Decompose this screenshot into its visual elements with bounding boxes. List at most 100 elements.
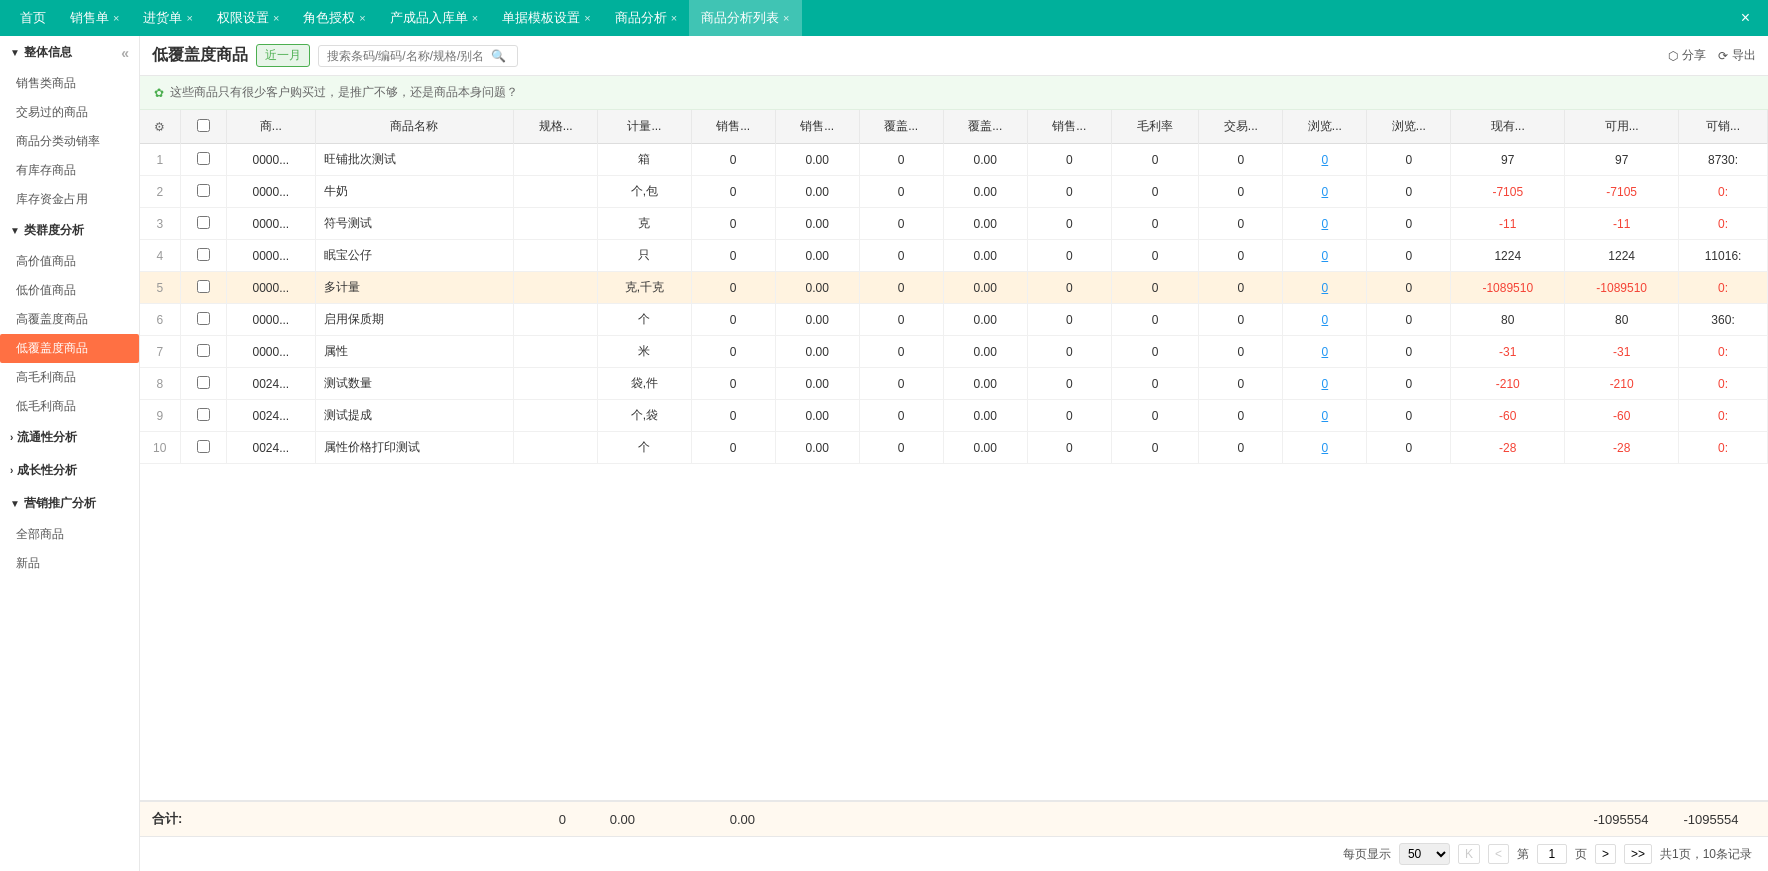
sidebar-item-in-stock[interactable]: 有库存商品	[0, 156, 139, 185]
sidebar-section-growth[interactable]: › 成长性分析	[0, 454, 139, 487]
nav-close-sales[interactable]: ×	[113, 12, 119, 24]
sidebar-item-traded-goods[interactable]: 交易过的商品	[0, 98, 139, 127]
row-checkbox[interactable]	[180, 400, 226, 432]
row-sales3: 0	[1027, 304, 1111, 336]
export-icon: ⟳	[1718, 49, 1728, 63]
share-btn[interactable]: ⬡ 分享	[1668, 47, 1706, 64]
row-browse1[interactable]: 0	[1283, 368, 1367, 400]
row-sellable: 8730:	[1679, 144, 1768, 176]
nav-close-analysis-list[interactable]: ×	[783, 12, 789, 24]
sidebar-section-marketing[interactable]: ▼ 营销推广分析	[0, 487, 139, 520]
row-browse1[interactable]: 0	[1283, 432, 1367, 464]
row-checkbox[interactable]	[180, 336, 226, 368]
close-all-btn[interactable]: ×	[1731, 9, 1760, 27]
sidebar-item-high-value[interactable]: 高价值商品	[0, 247, 139, 276]
nav-close-purchase[interactable]: ×	[186, 12, 192, 24]
sidebar-item-high-margin[interactable]: 高毛利商品	[0, 363, 139, 392]
sidebar-item-low-coverage[interactable]: 低覆盖度商品	[0, 334, 139, 363]
row-current: 1224	[1451, 240, 1565, 272]
sidebar-section-overall[interactable]: ▼ 整体信息 «	[0, 36, 139, 69]
row-name: 牛奶	[315, 176, 513, 208]
row-current: 80	[1451, 304, 1565, 336]
nav-close-analysis[interactable]: ×	[671, 12, 677, 24]
sidebar-item-new-goods[interactable]: 新品	[0, 549, 139, 578]
row-checkbox[interactable]	[180, 304, 226, 336]
row-cover2: 0.00	[943, 176, 1027, 208]
nav-analysis[interactable]: 商品分析 ×	[603, 0, 689, 36]
sidebar-item-low-value[interactable]: 低价值商品	[0, 276, 139, 305]
main-container: ▼ 整体信息 « 销售类商品 交易过的商品 商品分类动销率 有库存商品 库存资金…	[0, 36, 1768, 871]
nav-permission[interactable]: 权限设置 ×	[205, 0, 291, 36]
nav-close-product-warehouse[interactable]: ×	[472, 12, 478, 24]
row-browse1[interactable]: 0	[1283, 208, 1367, 240]
sidebar-item-category-turnover[interactable]: 商品分类动销率	[0, 127, 139, 156]
sidebar-item-inventory-capital[interactable]: 库存资金占用	[0, 185, 139, 214]
row-trade: 0	[1199, 144, 1283, 176]
page-number-input[interactable]	[1537, 844, 1567, 864]
sidebar-item-sales-goods[interactable]: 销售类商品	[0, 69, 139, 98]
sidebar-item-low-margin[interactable]: 低毛利商品	[0, 392, 139, 421]
settings-icon[interactable]: ⚙	[154, 120, 165, 134]
export-btn[interactable]: ⟳ 导出	[1718, 47, 1756, 64]
nav-analysis-list[interactable]: 商品分析列表 ×	[689, 0, 801, 36]
row-cover2: 0.00	[943, 272, 1027, 304]
row-checkbox[interactable]	[180, 432, 226, 464]
nav-purchase[interactable]: 进货单 ×	[131, 0, 204, 36]
row-checkbox[interactable]	[180, 144, 226, 176]
row-margin: 0	[1111, 336, 1199, 368]
row-browse1[interactable]: 0	[1283, 400, 1367, 432]
table-row: 9 0024... 测试提成 个,袋 0 0.00 0 0.00 0 0 0 0…	[140, 400, 1768, 432]
row-cover2: 0.00	[943, 336, 1027, 368]
last-page-btn[interactable]: >>	[1624, 844, 1652, 864]
nav-template[interactable]: 单据模板设置 ×	[490, 0, 602, 36]
row-browse1[interactable]: 0	[1283, 240, 1367, 272]
row-checkbox[interactable]	[180, 368, 226, 400]
row-cover1: 0	[859, 432, 943, 464]
sidebar-item-high-coverage[interactable]: 高覆盖度商品	[0, 305, 139, 334]
row-browse1[interactable]: 0	[1283, 176, 1367, 208]
row-browse1[interactable]: 0	[1283, 304, 1367, 336]
first-page-btn[interactable]: K	[1458, 844, 1480, 864]
search-input[interactable]	[327, 49, 487, 63]
row-name: 旺铺批次测试	[315, 144, 513, 176]
sidebar-item-all-goods[interactable]: 全部商品	[0, 520, 139, 549]
row-checkbox[interactable]	[180, 240, 226, 272]
total-sales1: 0	[532, 812, 592, 827]
row-browse1[interactable]: 0	[1283, 272, 1367, 304]
row-sales3: 0	[1027, 272, 1111, 304]
nav-role[interactable]: 角色授权 ×	[291, 0, 377, 36]
row-browse1[interactable]: 0	[1283, 144, 1367, 176]
row-checkbox[interactable]	[180, 208, 226, 240]
row-trade: 0	[1199, 176, 1283, 208]
sidebar-collapse-btn[interactable]: «	[121, 45, 129, 61]
next-page-btn[interactable]: >	[1595, 844, 1616, 864]
prev-page-btn[interactable]: <	[1488, 844, 1509, 864]
sidebar-section-cluster[interactable]: ▼ 类群度分析	[0, 214, 139, 247]
row-cover1: 0	[859, 240, 943, 272]
row-browse1[interactable]: 0	[1283, 336, 1367, 368]
nav-close-role[interactable]: ×	[359, 12, 365, 24]
date-filter-btn[interactable]: 近一月	[256, 44, 310, 67]
row-checkbox[interactable]	[180, 176, 226, 208]
row-sales2: 0.00	[775, 400, 859, 432]
col-available: 可用...	[1565, 110, 1679, 144]
nav-close-permission[interactable]: ×	[273, 12, 279, 24]
row-cover2: 0.00	[943, 304, 1027, 336]
row-sales3: 0	[1027, 176, 1111, 208]
info-banner: ✿ 这些商品只有很少客户购买过，是推广不够，还是商品本身问题？	[140, 76, 1768, 110]
row-current: -60	[1451, 400, 1565, 432]
page-size-select[interactable]: 50 100 200	[1399, 843, 1450, 865]
nav-product-warehouse[interactable]: 产成品入库单 ×	[378, 0, 490, 36]
header-actions: ⬡ 分享 ⟳ 导出	[1668, 47, 1756, 64]
row-checkbox[interactable]	[180, 272, 226, 304]
row-current: -11	[1451, 208, 1565, 240]
sidebar-section-liquidity[interactable]: › 流通性分析	[0, 421, 139, 454]
col-settings[interactable]: ⚙	[140, 110, 180, 144]
row-name: 测试数量	[315, 368, 513, 400]
select-all-checkbox[interactable]	[197, 119, 210, 132]
nav-close-template[interactable]: ×	[584, 12, 590, 24]
row-cover1: 0	[859, 176, 943, 208]
nav-home[interactable]: 首页	[8, 0, 58, 36]
nav-sales[interactable]: 销售单 ×	[58, 0, 131, 36]
row-trade: 0	[1199, 240, 1283, 272]
